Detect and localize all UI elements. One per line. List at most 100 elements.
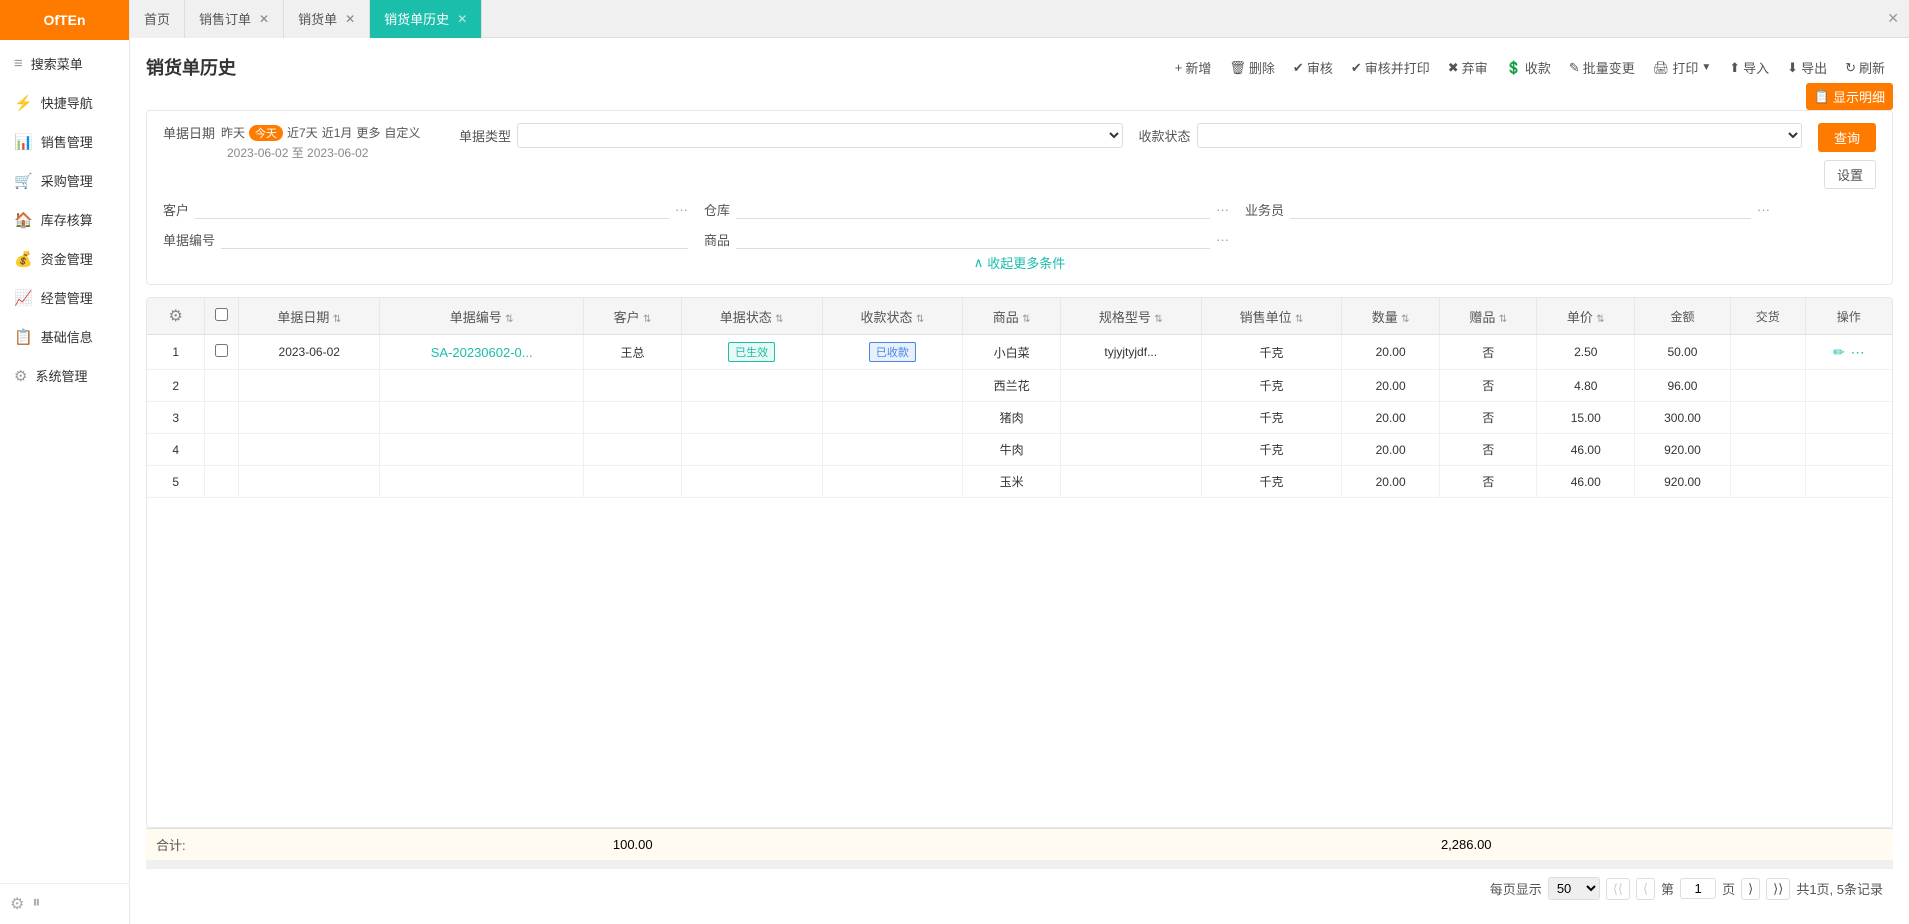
show-detail-label: 显示明细 bbox=[1833, 87, 1885, 106]
sort-gift-icon[interactable]: ⇅ bbox=[1499, 314, 1507, 325]
sidebar-item-sales-mgmt[interactable]: 📊 销售管理 bbox=[0, 122, 129, 161]
col-gift-label: 赠品 bbox=[1469, 310, 1495, 325]
col-customer: 客户 ⇅ bbox=[584, 298, 682, 335]
new-button[interactable]: + 新增 bbox=[1167, 54, 1220, 81]
tab-home[interactable]: 首页 bbox=[130, 0, 185, 38]
content-area: 销货单历史 + 新增 🗑 删除 ✔ 审核 ✔ 审核并打印 bbox=[130, 38, 1909, 924]
sort-doc-date-icon[interactable]: ⇅ bbox=[333, 314, 341, 325]
product-input[interactable] bbox=[736, 229, 1210, 249]
customer-input[interactable] bbox=[195, 199, 669, 219]
operation-icon: 📈 bbox=[14, 289, 33, 307]
cell-doc-date bbox=[239, 402, 380, 434]
sidebar-item-purchase-mgmt[interactable]: 🛒 采购管理 bbox=[0, 161, 129, 200]
query-button[interactable]: 查询 bbox=[1818, 123, 1876, 152]
audit-button[interactable]: ✔ 审核 bbox=[1285, 54, 1341, 81]
product-dots[interactable]: ··· bbox=[1216, 232, 1229, 247]
sidebar-item-quick-nav[interactable]: ⚡ 快捷导航 bbox=[0, 83, 129, 122]
row-checkbox[interactable] bbox=[215, 344, 228, 357]
cell-doc-date bbox=[239, 466, 380, 498]
table-row: 2 西兰花 千克 20.00 否 4.80 96.00 bbox=[147, 370, 1892, 402]
close-all-tabs-icon[interactable]: ✕ bbox=[1887, 10, 1899, 26]
cell-qty: 20.00 bbox=[1342, 466, 1440, 498]
next-page-button[interactable]: ⟩ bbox=[1741, 878, 1760, 900]
per-page-label: 每页显示 bbox=[1490, 879, 1542, 898]
sort-qty-icon[interactable]: ⇅ bbox=[1401, 314, 1409, 325]
sidebar-item-basic-info[interactable]: 📋 基础信息 bbox=[0, 317, 129, 356]
date-yesterday[interactable]: 昨天 bbox=[221, 124, 245, 141]
select-all-checkbox[interactable] bbox=[215, 308, 228, 321]
discard-button[interactable]: ✖ 弃审 bbox=[1440, 54, 1496, 81]
show-detail-button[interactable]: 📋 显示明细 bbox=[1806, 83, 1893, 110]
date-custom[interactable]: 自定义 bbox=[384, 124, 420, 141]
sidebar-item-search-menu[interactable]: ≡ 搜索菜单 bbox=[0, 44, 129, 83]
receipt-status-select[interactable] bbox=[1197, 123, 1802, 148]
page-number-input[interactable] bbox=[1680, 878, 1716, 899]
date-badge[interactable]: 今天 bbox=[249, 125, 283, 141]
tab-sales-order[interactable]: 销售订单 ✕ bbox=[185, 0, 284, 38]
new-label: 新增 bbox=[1185, 58, 1211, 77]
warehouse-input[interactable] bbox=[736, 199, 1210, 219]
tab-sales-delivery-close[interactable]: ✕ bbox=[345, 12, 355, 26]
first-page-button[interactable]: ⟨⟨ bbox=[1606, 878, 1630, 900]
customer-dots[interactable]: ··· bbox=[675, 202, 688, 217]
doc-no-link[interactable]: SA-20230602-0... bbox=[431, 345, 533, 360]
sort-price-icon[interactable]: ⇅ bbox=[1596, 314, 1604, 325]
export-button[interactable]: ⬇ 导出 bbox=[1779, 54, 1835, 81]
date-1month[interactable]: 近1月 bbox=[322, 124, 353, 141]
salesperson-input[interactable] bbox=[1290, 199, 1751, 219]
tab-sales-delivery[interactable]: 销货单 ✕ bbox=[284, 0, 370, 38]
sidebar-item-finance[interactable]: 💰 资金管理 bbox=[0, 239, 129, 278]
tab-sales-history-close[interactable]: ✕ bbox=[457, 12, 467, 26]
sort-product-icon[interactable]: ⇅ bbox=[1022, 314, 1030, 325]
pause-footer-icon[interactable]: ⏸ bbox=[32, 894, 40, 914]
horizontal-scrollbar[interactable] bbox=[146, 860, 1893, 868]
warehouse-dots[interactable]: ··· bbox=[1216, 202, 1229, 217]
sort-customer-icon[interactable]: ⇅ bbox=[643, 314, 651, 325]
cell-product: 小白菜 bbox=[963, 335, 1061, 370]
tab-sales-history[interactable]: 销货单历史 ✕ bbox=[370, 0, 482, 38]
receive-button[interactable]: 💲 收款 bbox=[1498, 54, 1559, 81]
collapse-button[interactable]: ∧ 收起更多条件 bbox=[163, 253, 1876, 272]
sort-receipt-status-icon[interactable]: ⇅ bbox=[916, 314, 924, 325]
date-7days[interactable]: 近7天 bbox=[287, 124, 318, 141]
sort-spec-icon[interactable]: ⇅ bbox=[1154, 314, 1162, 325]
salesperson-dots[interactable]: ··· bbox=[1757, 202, 1770, 217]
doc-no-input[interactable] bbox=[221, 229, 688, 249]
warehouse-filter: 仓库 ··· bbox=[704, 199, 1229, 219]
sort-doc-no-icon[interactable]: ⇅ bbox=[505, 314, 513, 325]
doc-type-select[interactable] bbox=[517, 123, 1122, 148]
action-icons: ✏ ⋯ bbox=[1816, 344, 1882, 361]
sidebar-item-inventory[interactable]: 🏠 库存核算 bbox=[0, 200, 129, 239]
cell-action bbox=[1805, 370, 1892, 402]
audit-print-button[interactable]: ✔ 审核并打印 bbox=[1343, 54, 1438, 81]
more-action-icon[interactable]: ⋯ bbox=[1851, 344, 1865, 361]
table-gear-icon[interactable]: ⚙ bbox=[169, 308, 183, 325]
sidebar-item-operation[interactable]: 📈 经营管理 bbox=[0, 278, 129, 317]
last-page-button[interactable]: ⟩⟩ bbox=[1766, 878, 1790, 900]
sort-unit-icon[interactable]: ⇅ bbox=[1295, 314, 1303, 325]
summary-qty: 100.00 bbox=[216, 837, 1050, 852]
sidebar-item-sys-mgmt[interactable]: ⚙ 系统管理 bbox=[0, 356, 129, 395]
cell-amount: 50.00 bbox=[1635, 335, 1731, 370]
purchase-mgmt-icon: 🛒 bbox=[14, 172, 33, 190]
cell-spec bbox=[1060, 402, 1201, 434]
refresh-button[interactable]: ↻ 刷新 bbox=[1837, 54, 1893, 81]
pagination: 每页显示 50 10 20 100 ⟨⟨ ⟨ 第 页 ⟩ ⟩⟩ 共1页, 5条记… bbox=[146, 868, 1893, 908]
import-label: 导入 bbox=[1743, 58, 1769, 77]
settings-button[interactable]: 设置 bbox=[1824, 160, 1876, 189]
print-button[interactable]: 🖨 打印 ▼ bbox=[1645, 54, 1719, 81]
tab-sales-order-close[interactable]: ✕ bbox=[259, 12, 269, 26]
settings-footer-icon[interactable]: ⚙ bbox=[10, 894, 24, 914]
date-more[interactable]: 更多 bbox=[356, 124, 380, 141]
cell-receipt-status: 已收款 bbox=[822, 335, 963, 370]
import-button[interactable]: ⬆ 导入 bbox=[1721, 54, 1777, 81]
salesperson-label: 业务员 bbox=[1245, 200, 1284, 219]
edit-action-icon[interactable]: ✏ bbox=[1833, 344, 1845, 361]
sort-doc-status-icon[interactable]: ⇅ bbox=[775, 314, 783, 325]
prev-page-button[interactable]: ⟨ bbox=[1636, 878, 1655, 900]
batch-change-button[interactable]: ✎ 批量变更 bbox=[1561, 54, 1643, 81]
tab-bar: 首页 销售订单 ✕ 销货单 ✕ 销货单历史 ✕ ✕ bbox=[130, 0, 1909, 38]
sidebar-item-label: 系统管理 bbox=[35, 366, 87, 385]
per-page-select[interactable]: 50 10 20 100 bbox=[1548, 877, 1600, 900]
delete-button[interactable]: 🗑 删除 bbox=[1221, 54, 1283, 81]
